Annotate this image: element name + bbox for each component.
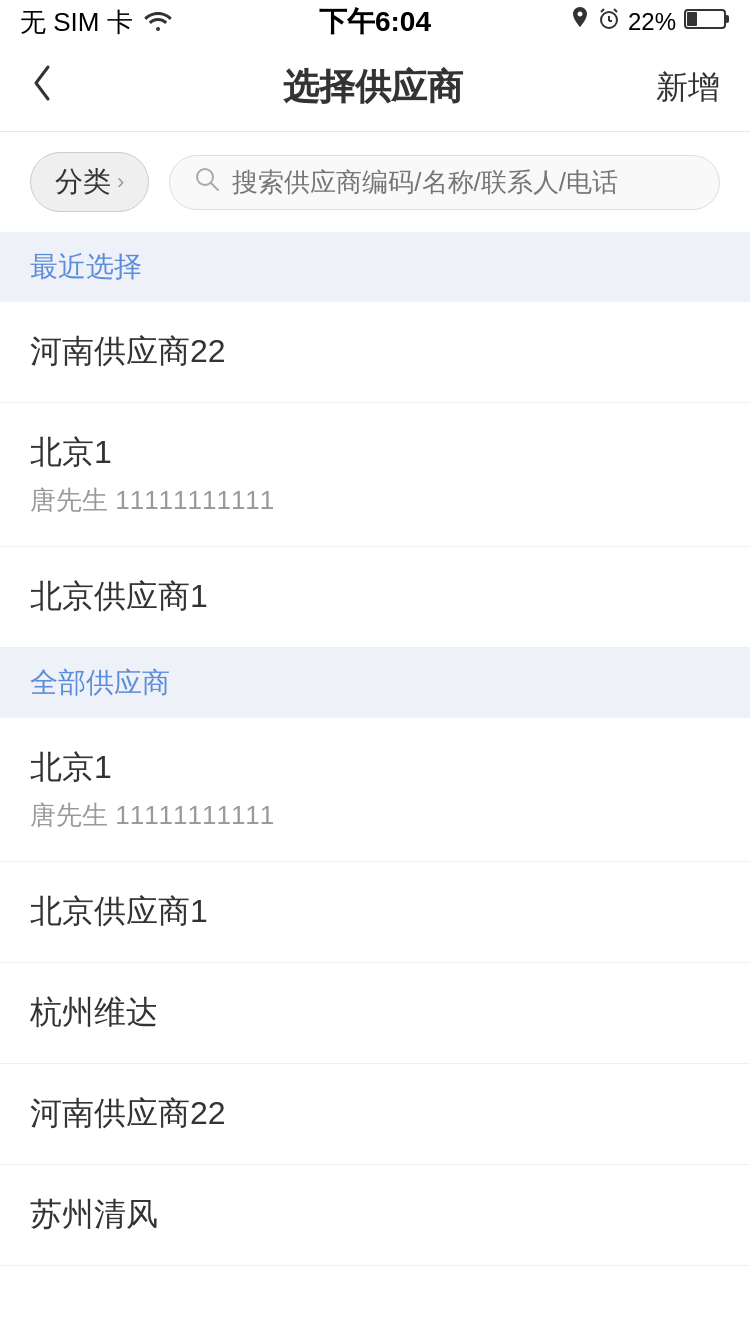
alarm-icon bbox=[598, 7, 620, 37]
list-item[interactable]: 北京供应商1 bbox=[0, 862, 750, 963]
item-name: 苏州清风 bbox=[30, 1193, 720, 1237]
search-box bbox=[169, 155, 720, 210]
status-left: 无 SIM 卡 bbox=[20, 5, 173, 40]
svg-line-4 bbox=[614, 9, 617, 12]
category-label: 分类 bbox=[55, 163, 111, 201]
location-icon bbox=[570, 7, 590, 37]
wifi-icon bbox=[143, 7, 173, 38]
svg-rect-7 bbox=[725, 15, 729, 23]
all-section-header: 全部供应商 bbox=[0, 648, 750, 718]
search-input[interactable] bbox=[232, 167, 695, 198]
back-button[interactable] bbox=[30, 63, 90, 113]
recent-section-header: 最近选择 bbox=[0, 232, 750, 302]
nav-bar: 选择供应商 新增 bbox=[0, 44, 750, 132]
battery-icon bbox=[684, 8, 730, 36]
svg-line-9 bbox=[211, 183, 218, 190]
list-item[interactable]: 北京供应商1 bbox=[0, 547, 750, 648]
status-time: 下午6:04 bbox=[319, 3, 431, 41]
status-bar: 无 SIM 卡 下午6:04 22% bbox=[0, 0, 750, 44]
recent-list: 河南供应商22 北京1 唐先生 11111111111 北京供应商1 bbox=[0, 302, 750, 648]
item-sub: 唐先生 11111111111 bbox=[30, 483, 720, 518]
chevron-right-icon: › bbox=[117, 169, 124, 195]
item-name: 河南供应商22 bbox=[30, 330, 720, 374]
item-name: 北京1 bbox=[30, 431, 720, 475]
list-item[interactable]: 北京1 唐先生 11111111111 bbox=[0, 403, 750, 547]
svg-rect-6 bbox=[687, 12, 697, 26]
all-section-label: 全部供应商 bbox=[30, 667, 170, 698]
list-item[interactable]: 苏州清风 bbox=[0, 1165, 750, 1266]
search-icon bbox=[194, 166, 220, 199]
item-name: 杭州维达 bbox=[30, 991, 720, 1035]
filter-bar: 分类 › bbox=[0, 132, 750, 232]
list-item[interactable]: 杭州维达 bbox=[0, 963, 750, 1064]
item-name: 河南供应商22 bbox=[30, 1092, 720, 1136]
recent-section-label: 最近选择 bbox=[30, 251, 142, 282]
add-button[interactable]: 新增 bbox=[656, 66, 720, 110]
page-title: 选择供应商 bbox=[283, 63, 463, 112]
sim-status: 无 SIM 卡 bbox=[20, 5, 133, 40]
item-name: 北京供应商1 bbox=[30, 890, 720, 934]
status-right: 22% bbox=[570, 7, 730, 37]
battery-text: 22% bbox=[628, 8, 676, 36]
category-button[interactable]: 分类 › bbox=[30, 152, 149, 212]
all-list: 北京1 唐先生 11111111111 北京供应商1 杭州维达 河南供应商22 … bbox=[0, 718, 750, 1266]
svg-line-3 bbox=[601, 9, 604, 12]
item-name: 北京1 bbox=[30, 746, 720, 790]
item-name: 北京供应商1 bbox=[30, 575, 720, 619]
item-sub: 唐先生 11111111111 bbox=[30, 798, 720, 833]
list-item[interactable]: 北京1 唐先生 11111111111 bbox=[0, 718, 750, 862]
list-item[interactable]: 河南供应商22 bbox=[0, 1064, 750, 1165]
list-item[interactable]: 河南供应商22 bbox=[0, 302, 750, 403]
